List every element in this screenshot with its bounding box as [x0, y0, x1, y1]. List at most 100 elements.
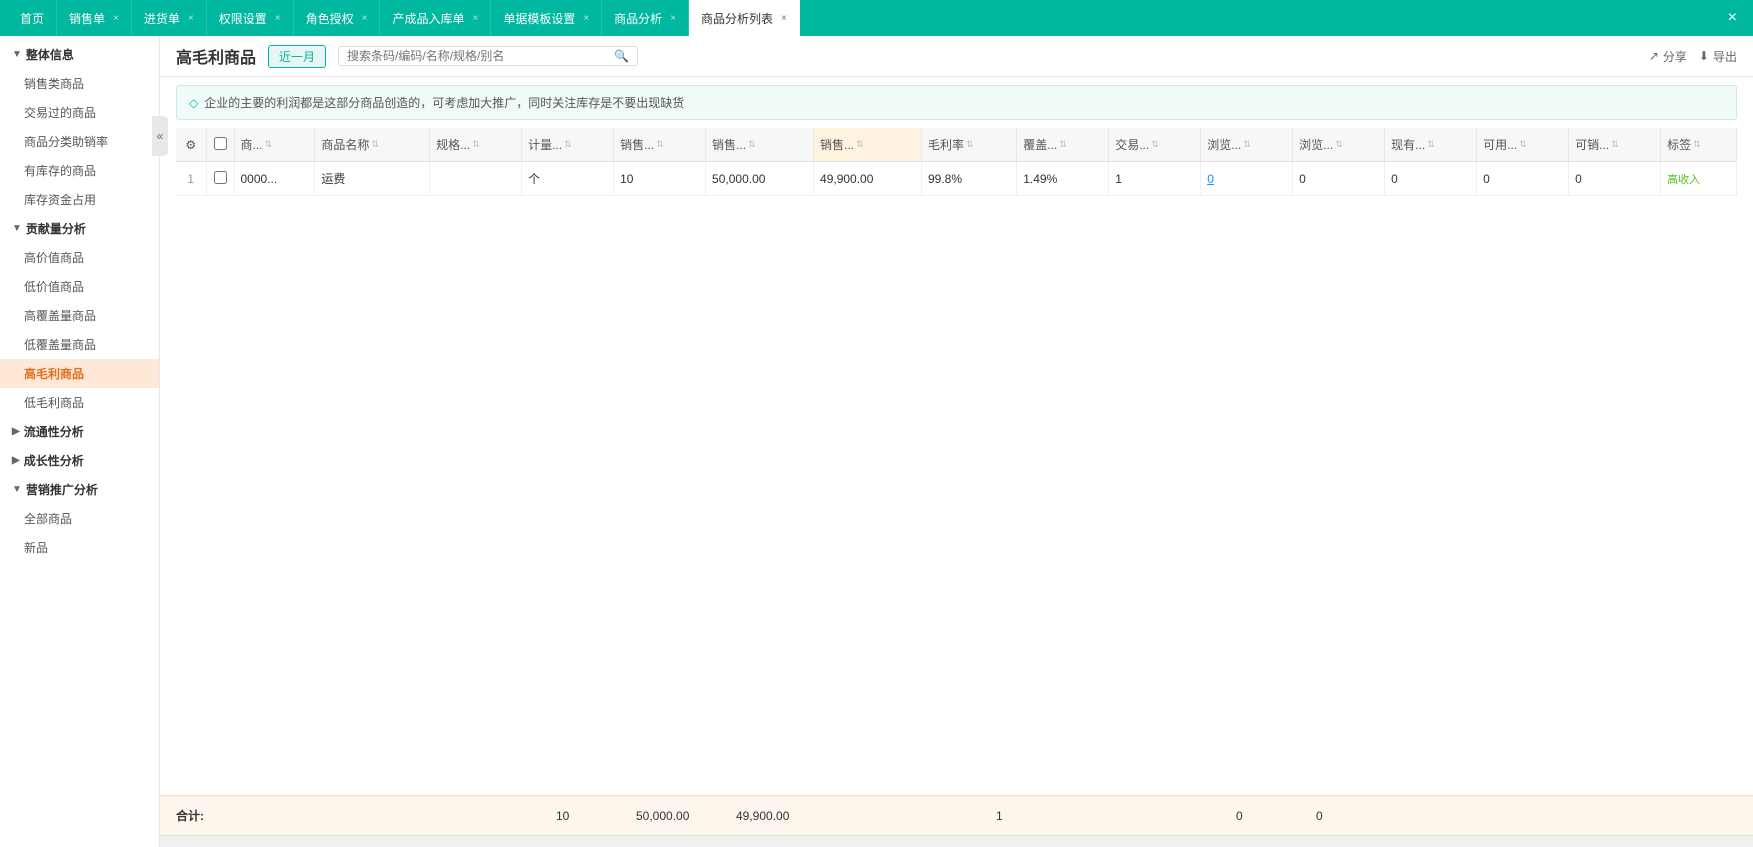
sidebar-item-all-goods[interactable]: 全部商品: [0, 504, 159, 533]
total-transaction: 1: [996, 809, 1076, 823]
close-icon[interactable]: ×: [670, 13, 676, 24]
sidebar-item-high-margin[interactable]: 高毛利商品: [0, 359, 159, 388]
sidebar-item-low-coverage[interactable]: 低覆盖量商品: [0, 330, 159, 359]
total-current-stock: 0: [1236, 809, 1316, 823]
sidebar-item-sales-goods[interactable]: 销售类商品: [0, 69, 159, 98]
cell-tag: 高收入: [1661, 162, 1737, 196]
sort-icon: ⇅: [656, 139, 664, 150]
cell-name: 运费: [315, 162, 430, 196]
sort-icon: ⇅: [1427, 139, 1435, 150]
sidebar-item-new-goods[interactable]: 新品: [0, 533, 159, 562]
close-icon-active[interactable]: ×: [781, 13, 787, 24]
row-number: 1: [176, 162, 206, 196]
nav-item-product-in[interactable]: 产成品入库单 ×: [380, 0, 491, 36]
total-views2-spacer: [1156, 809, 1236, 823]
close-icon[interactable]: ×: [188, 13, 194, 24]
sidebar-item-low-value[interactable]: 低价值商品: [0, 272, 159, 301]
th-name[interactable]: 商品名称 ⇅: [315, 128, 430, 162]
cell-sales-qty: 10: [614, 162, 706, 196]
sidebar-section-contribution[interactable]: ▼ 贡献量分析: [0, 214, 159, 243]
nav-item-analysis-list[interactable]: 商品分析列表 ×: [689, 0, 800, 36]
nav-item-sales[interactable]: 销售单 ×: [57, 0, 132, 36]
total-available-stock: 0: [1316, 809, 1396, 823]
th-transaction[interactable]: 交易... ⇅: [1109, 128, 1201, 162]
sort-icon: ⇅: [1519, 139, 1527, 150]
header-actions: ↗ 分享 ⬇ 导出: [1649, 48, 1737, 65]
nav-label-role: 角色授权: [306, 10, 354, 27]
share-button[interactable]: ↗ 分享: [1649, 48, 1687, 65]
sidebar-item-traded-goods[interactable]: 交易过的商品: [0, 98, 159, 127]
expand-arrow-icon: ▼: [12, 484, 22, 495]
total-coverage-spacer: [916, 809, 996, 823]
sidebar-section-growth[interactable]: ▶ 成长性分析: [0, 446, 159, 475]
nav-label-permission: 权限设置: [219, 10, 267, 27]
close-icon[interactable]: ×: [275, 13, 281, 24]
sidebar-collapse-button[interactable]: «: [152, 116, 168, 156]
cell-sellable-stock: 0: [1569, 162, 1661, 196]
close-icon[interactable]: ×: [362, 13, 368, 24]
nav-item-home[interactable]: 首页: [8, 0, 57, 36]
sidebar-section-overall-label: 整体信息: [26, 46, 74, 63]
nav-item-template[interactable]: 单据模板设置 ×: [491, 0, 602, 36]
horizontal-scrollbar[interactable]: [160, 835, 1753, 847]
cell-views1[interactable]: 0: [1201, 162, 1293, 196]
nav-item-purchase[interactable]: 进货单 ×: [132, 0, 207, 36]
th-sellable-stock[interactable]: 可销... ⇅: [1569, 128, 1661, 162]
nav-item-role[interactable]: 角色授权 ×: [294, 0, 381, 36]
sidebar-item-category-assist[interactable]: 商品分类助销率: [0, 127, 159, 156]
nav-close-all-button[interactable]: ×: [1720, 9, 1745, 27]
sort-icon: ⇅: [564, 139, 572, 150]
nav-label-analysis: 商品分析: [614, 10, 662, 27]
th-unit[interactable]: 计量... ⇅: [522, 128, 614, 162]
th-spec[interactable]: 规格... ⇅: [430, 128, 522, 162]
nav-item-analysis[interactable]: 商品分析 ×: [602, 0, 689, 36]
sidebar-item-low-margin[interactable]: 低毛利商品: [0, 388, 159, 417]
sidebar-section-marketing[interactable]: ▼ 营销推广分析: [0, 475, 159, 504]
main-container: ▼ 整体信息 销售类商品 交易过的商品 商品分类助销率 有库存的商品 库存资金占…: [0, 36, 1753, 847]
table-row: 1 0000... 运费 个 10 50,000.00 49,900.00 99…: [176, 162, 1737, 196]
sidebar-section-circulation[interactable]: ▶ 流通性分析: [0, 417, 159, 446]
total-sales-qty: 10: [556, 809, 636, 823]
th-views2[interactable]: 浏览... ⇅: [1293, 128, 1385, 162]
nav-label-purchase: 进货单: [144, 10, 180, 27]
sidebar-section-growth-label: 成长性分析: [24, 452, 84, 469]
settings-icon[interactable]: ⚙: [185, 138, 196, 152]
close-icon[interactable]: ×: [472, 13, 478, 24]
export-button[interactable]: ⬇ 导出: [1699, 48, 1737, 65]
th-sales-qty[interactable]: 销售... ⇅: [614, 128, 706, 162]
cell-gross-margin: 99.8%: [921, 162, 1016, 196]
expand-arrow-icon: ▶: [12, 455, 20, 466]
nav-item-permission[interactable]: 权限设置 ×: [207, 0, 294, 36]
cell-views2: 0: [1293, 162, 1385, 196]
th-available-stock[interactable]: 可用... ⇅: [1477, 128, 1569, 162]
close-icon[interactable]: ×: [113, 13, 119, 24]
sidebar-item-high-value[interactable]: 高价值商品: [0, 243, 159, 272]
th-sales-profit[interactable]: 销售... ⇅: [814, 128, 922, 162]
expand-arrow-icon: ▼: [12, 49, 22, 60]
th-views1[interactable]: 浏览... ⇅: [1201, 128, 1293, 162]
sort-icon: ⇅: [748, 139, 756, 150]
th-code[interactable]: 商... ⇅: [234, 128, 315, 162]
page-title: 高毛利商品: [176, 44, 256, 68]
search-icon[interactable]: 🔍: [614, 49, 629, 63]
th-gross-margin[interactable]: 毛利率 ⇅: [921, 128, 1016, 162]
data-table: ⚙ 商... ⇅ 商品名称: [176, 128, 1737, 196]
sidebar-item-high-coverage[interactable]: 高覆盖量商品: [0, 301, 159, 330]
share-label: 分享: [1663, 48, 1687, 65]
select-all-checkbox[interactable]: [214, 137, 227, 150]
th-current-stock[interactable]: 现有... ⇅: [1385, 128, 1477, 162]
th-sales-amount[interactable]: 销售... ⇅: [706, 128, 814, 162]
th-settings[interactable]: ⚙: [176, 128, 206, 162]
filter-period-button[interactable]: 近一月: [268, 45, 326, 68]
sidebar-section-overall[interactable]: ▼ 整体信息: [0, 40, 159, 69]
total-gross-margin-spacer: [836, 809, 916, 823]
top-nav: 首页 销售单 × 进货单 × 权限设置 × 角色授权 × 产成品入库单 × 单据…: [0, 0, 1753, 36]
sidebar-item-stock-capital[interactable]: 库存资金占用: [0, 185, 159, 214]
close-icon[interactable]: ×: [583, 13, 589, 24]
nav-label-home: 首页: [20, 10, 44, 27]
search-input[interactable]: [347, 49, 610, 63]
th-coverage[interactable]: 覆盖... ⇅: [1017, 128, 1109, 162]
sidebar-item-in-stock[interactable]: 有库存的商品: [0, 156, 159, 185]
th-tag[interactable]: 标签 ⇅: [1661, 128, 1737, 162]
row-checkbox[interactable]: [214, 171, 227, 184]
